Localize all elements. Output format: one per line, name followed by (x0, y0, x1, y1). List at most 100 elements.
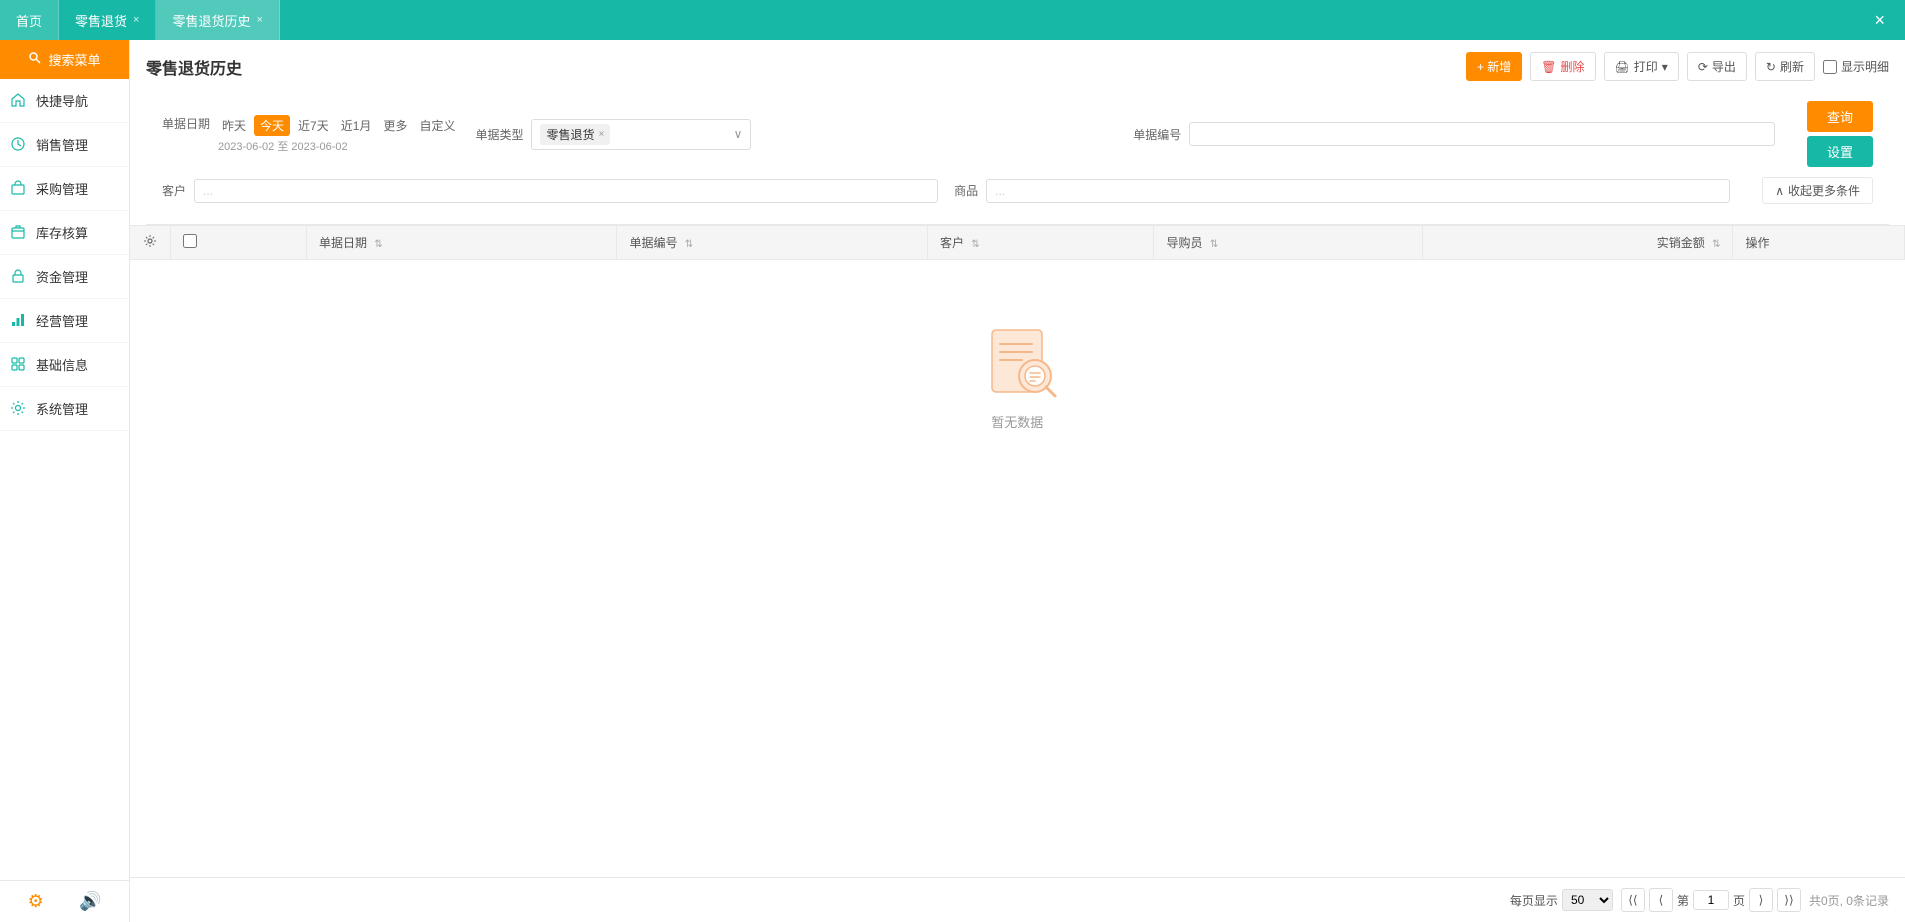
doc-type-select[interactable]: 零售退货 × ∨ (531, 119, 751, 150)
date-options: 昨天 今天 近7天 近1月 更多 自定义 (218, 115, 459, 136)
gear-icon[interactable]: ⚙ (28, 891, 44, 912)
delete-button[interactable]: 🗑 删除 (1530, 52, 1595, 81)
sound-icon[interactable]: 🔊 (79, 891, 101, 912)
bag-icon (10, 180, 28, 198)
date-option-yesterday[interactable]: 昨天 (218, 115, 250, 136)
filter-area: 单据日期 昨天 今天 近7天 近1月 更多 自定义 2023-06-02 至 2… (146, 91, 1889, 225)
tab-home[interactable]: 首页 (0, 0, 59, 40)
sort-icon-doc-date: ⇅ (374, 239, 382, 250)
delete-label: 删除 (1561, 58, 1585, 75)
sidebar-item-system[interactable]: 系统管理 (0, 387, 129, 431)
page-unit: 页 (1733, 892, 1745, 909)
prev-page-button[interactable]: ⟨ (1649, 888, 1673, 912)
sidebar-search-label: 搜索菜单 (48, 50, 100, 69)
refresh-button[interactable]: ↻ 刷新 (1755, 52, 1815, 81)
table-settings-icon[interactable] (143, 237, 157, 251)
page-total-info: 共0页, 0条记录 (1809, 892, 1889, 909)
sort-icon-amount: ⇅ (1712, 239, 1720, 250)
next-page-button[interactable]: ⟩ (1749, 888, 1773, 912)
date-option-today[interactable]: 今天 (254, 115, 290, 136)
filter-row-2: 客户 商品 ∧ 收起更多条件 (162, 177, 1873, 204)
refresh-label: 刷新 (1780, 58, 1804, 75)
sort-icon-guide: ⇅ (1210, 239, 1218, 250)
page-size-selector: 每页显示 20 50 100 (1510, 889, 1613, 911)
tab-retail-return-close[interactable]: × (133, 14, 139, 26)
goods-filter-group: 商品 (954, 179, 1730, 203)
sidebar-item-finance[interactable]: 资金管理 (0, 255, 129, 299)
th-checkbox[interactable] (170, 226, 306, 260)
bar-chart-icon (10, 312, 28, 330)
delete-icon: 🗑 (1541, 60, 1556, 74)
filter-actions: 查询 设置 (1807, 101, 1873, 167)
export-button[interactable]: ⟳ 导出 (1687, 52, 1747, 81)
window-close-button[interactable]: × (1866, 6, 1893, 35)
th-doc-no[interactable]: 单据编号 ⇅ (617, 226, 928, 260)
filter-row-1: 单据日期 昨天 今天 近7天 近1月 更多 自定义 2023-06-02 至 2… (162, 101, 1873, 167)
tab-list: 首页 零售退货 × 零售退货历史 × (0, 0, 1866, 40)
date-range-display: 2023-06-02 至 2023-06-02 (218, 138, 459, 154)
sidebar: 搜索菜单 快捷导航 销售管理 采购管理 库存核算 (0, 40, 130, 922)
th-amount[interactable]: 实销金额 ⇅ (1422, 226, 1733, 260)
sidebar-item-inventory-label: 库存核算 (36, 223, 88, 242)
date-option-7days[interactable]: 近7天 (294, 115, 333, 136)
sidebar-item-sales[interactable]: 销售管理 (0, 123, 129, 167)
sidebar-item-inventory[interactable]: 库存核算 (0, 211, 129, 255)
empty-state: 暂无数据 (130, 260, 1905, 471)
th-customer[interactable]: 客户 ⇅ (927, 226, 1154, 260)
th-guide-label: 导购员 (1166, 236, 1202, 250)
first-page-button[interactable]: ⟨⟨ (1621, 888, 1645, 912)
print-button[interactable]: 🖨 打印 ▾ (1604, 52, 1679, 81)
sidebar-item-operations-label: 经营管理 (36, 311, 88, 330)
show-detail-checkbox[interactable] (1823, 60, 1837, 74)
doc-no-input[interactable] (1189, 122, 1775, 146)
tab-retail-return-label: 零售退货 (75, 11, 127, 30)
doc-no-label: 单据编号 (1133, 126, 1181, 143)
settings-button[interactable]: 设置 (1807, 136, 1873, 167)
show-detail-toggle[interactable]: 显示明细 (1823, 58, 1889, 75)
sidebar-item-purchase-label: 采购管理 (36, 179, 88, 198)
query-button[interactable]: 查询 (1807, 101, 1873, 132)
new-button[interactable]: + 新增 (1466, 52, 1522, 81)
pagination: 每页显示 20 50 100 ⟨⟨ ⟨ 第 页 ⟩ ⟩⟩ 共0页, 0条记录 (130, 877, 1905, 922)
sidebar-item-system-label: 系统管理 (36, 399, 88, 418)
home-icon (10, 92, 28, 110)
th-doc-date-label: 单据日期 (319, 236, 367, 250)
tab-retail-return[interactable]: 零售退货 × (59, 0, 156, 40)
select-all-checkbox[interactable] (183, 234, 197, 248)
th-guide[interactable]: 导购员 ⇅ (1154, 226, 1423, 260)
refresh-icon: ↻ (1766, 60, 1776, 74)
customer-input[interactable] (194, 179, 938, 203)
tab-retail-return-history[interactable]: 零售退货历史 × (156, 0, 279, 40)
data-table-container: 单据日期 ⇅ 单据编号 ⇅ 客户 ⇅ 导购员 ⇅ (130, 226, 1905, 877)
last-page-button[interactable]: ⟩⟩ (1777, 888, 1801, 912)
tab-retail-return-history-close[interactable]: × (256, 14, 262, 26)
page-number-input[interactable] (1693, 890, 1729, 910)
page-size-select[interactable]: 20 50 100 (1562, 889, 1613, 911)
doc-no-filter-group: 单据编号 (1133, 122, 1775, 146)
date-option-more[interactable]: 更多 (379, 115, 411, 136)
chart-icon (10, 136, 28, 154)
doc-type-select-arrow: ∨ (734, 127, 743, 141)
sidebar-item-basic-info[interactable]: 基础信息 (0, 343, 129, 387)
th-amount-label: 实销金额 (1657, 236, 1705, 250)
date-option-custom[interactable]: 自定义 (415, 115, 459, 136)
sidebar-bottom: ⚙ 🔊 (0, 880, 129, 922)
page-title: 零售退货历史 (146, 55, 242, 79)
th-doc-date[interactable]: 单据日期 ⇅ (306, 226, 617, 260)
search-icon (28, 51, 42, 68)
sidebar-item-operations[interactable]: 经营管理 (0, 299, 129, 343)
doc-type-tag-close[interactable]: × (598, 129, 604, 140)
sidebar-search[interactable]: 搜索菜单 (0, 40, 129, 79)
date-option-1month[interactable]: 近1月 (337, 115, 376, 136)
customer-filter-group: 客户 (162, 179, 938, 203)
sidebar-item-purchase[interactable]: 采购管理 (0, 167, 129, 211)
empty-state-text: 暂无数据 (991, 412, 1043, 431)
collapse-filter-button[interactable]: ∧ 收起更多条件 (1762, 177, 1873, 204)
export-icon: ⟳ (1698, 60, 1708, 74)
top-bar-right: × (1866, 6, 1905, 35)
th-settings[interactable] (130, 226, 170, 260)
top-bar: 首页 零售退货 × 零售退货历史 × × (0, 0, 1905, 40)
sidebar-item-quick-nav[interactable]: 快捷导航 (0, 79, 129, 123)
goods-input[interactable] (986, 179, 1730, 203)
doc-type-filter-group: 单据类型 零售退货 × ∨ (475, 119, 1117, 150)
